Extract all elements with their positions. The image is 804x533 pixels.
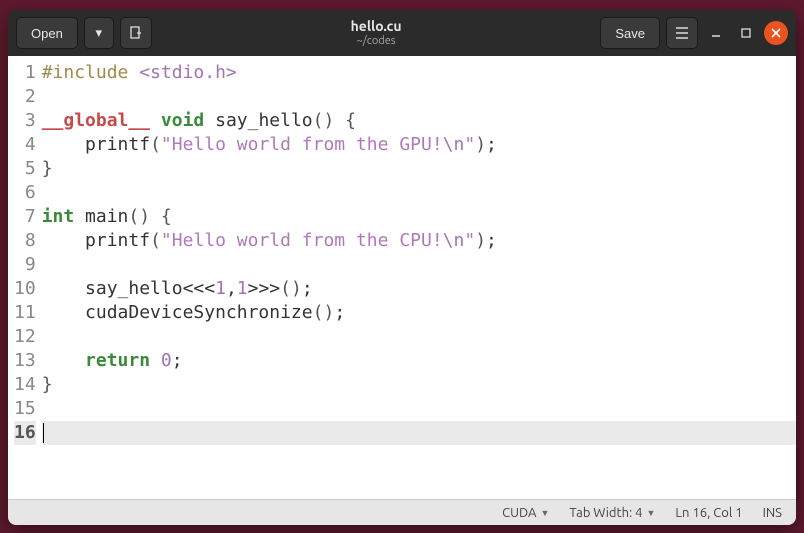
line-number: 10 bbox=[14, 277, 36, 301]
chevron-down-icon: ▼ bbox=[647, 508, 656, 518]
code-line[interactable] bbox=[42, 421, 796, 445]
new-document-icon bbox=[129, 26, 143, 40]
insert-mode[interactable]: INS bbox=[763, 506, 782, 520]
maximize-icon bbox=[740, 27, 752, 39]
title-area: hello.cu ~/codes bbox=[158, 19, 595, 46]
line-number: 14 bbox=[14, 373, 36, 397]
language-selector[interactable]: CUDA ▼ bbox=[502, 506, 549, 520]
line-number: 2 bbox=[14, 85, 36, 109]
code-line[interactable]: printf("Hello world from the CPU!\n"); bbox=[42, 229, 796, 253]
code-line[interactable]: #include <stdio.h> bbox=[42, 61, 796, 85]
code-line[interactable]: say_hello<<<1,1>>>(); bbox=[42, 277, 796, 301]
document-title: hello.cu bbox=[158, 19, 595, 34]
editor-area[interactable]: 12345678910111213141516 #include <stdio.… bbox=[8, 56, 796, 499]
line-number: 5 bbox=[14, 157, 36, 181]
line-number: 7 bbox=[14, 205, 36, 229]
titlebar: Open ▾ hello.cu ~/codes Save bbox=[8, 10, 796, 56]
line-number: 11 bbox=[14, 301, 36, 325]
code-line[interactable]: printf("Hello world from the GPU!\n"); bbox=[42, 133, 796, 157]
chevron-down-icon: ▾ bbox=[96, 25, 103, 41]
line-number: 1 bbox=[14, 61, 36, 85]
maximize-button[interactable] bbox=[734, 21, 758, 45]
chevron-down-icon: ▼ bbox=[541, 508, 550, 518]
editor-window: Open ▾ hello.cu ~/codes Save 12345678910… bbox=[8, 10, 796, 525]
line-number-gutter: 12345678910111213141516 bbox=[8, 56, 40, 499]
minimize-icon bbox=[710, 27, 722, 39]
hamburger-menu-button[interactable] bbox=[666, 17, 698, 49]
line-number: 13 bbox=[14, 349, 36, 373]
line-number: 9 bbox=[14, 253, 36, 277]
code-content[interactable]: #include <stdio.h> __global__ void say_he… bbox=[40, 56, 796, 499]
code-line[interactable]: cudaDeviceSynchronize(); bbox=[42, 301, 796, 325]
line-number: 16 bbox=[14, 421, 36, 445]
text-cursor bbox=[43, 423, 44, 443]
statusbar: CUDA ▼ Tab Width: 4 ▼ Ln 16, Col 1 INS bbox=[8, 499, 796, 525]
hamburger-icon bbox=[675, 27, 689, 39]
new-tab-button[interactable] bbox=[120, 17, 152, 49]
code-line[interactable] bbox=[42, 181, 796, 205]
cursor-position[interactable]: Ln 16, Col 1 bbox=[675, 506, 742, 520]
line-number: 15 bbox=[14, 397, 36, 421]
language-label: CUDA bbox=[502, 506, 536, 520]
code-line[interactable]: __global__ void say_hello() { bbox=[42, 109, 796, 133]
code-line[interactable] bbox=[42, 397, 796, 421]
line-number: 6 bbox=[14, 181, 36, 205]
close-button[interactable] bbox=[764, 21, 788, 45]
open-button[interactable]: Open bbox=[16, 17, 78, 49]
line-number: 12 bbox=[14, 325, 36, 349]
code-line[interactable] bbox=[42, 325, 796, 349]
open-recent-dropdown[interactable]: ▾ bbox=[84, 17, 114, 49]
code-line[interactable]: } bbox=[42, 157, 796, 181]
code-line[interactable]: return 0; bbox=[42, 349, 796, 373]
line-number: 3 bbox=[14, 109, 36, 133]
line-number: 8 bbox=[14, 229, 36, 253]
tab-width-selector[interactable]: Tab Width: 4 ▼ bbox=[569, 506, 655, 520]
line-number: 4 bbox=[14, 133, 36, 157]
save-button[interactable]: Save bbox=[600, 17, 660, 49]
code-line[interactable] bbox=[42, 253, 796, 277]
document-path: ~/codes bbox=[158, 35, 595, 47]
code-line[interactable]: } bbox=[42, 373, 796, 397]
code-line[interactable] bbox=[42, 85, 796, 109]
close-icon bbox=[771, 28, 781, 38]
minimize-button[interactable] bbox=[704, 21, 728, 45]
code-line[interactable]: int main() { bbox=[42, 205, 796, 229]
tab-width-label: Tab Width: 4 bbox=[569, 506, 642, 520]
